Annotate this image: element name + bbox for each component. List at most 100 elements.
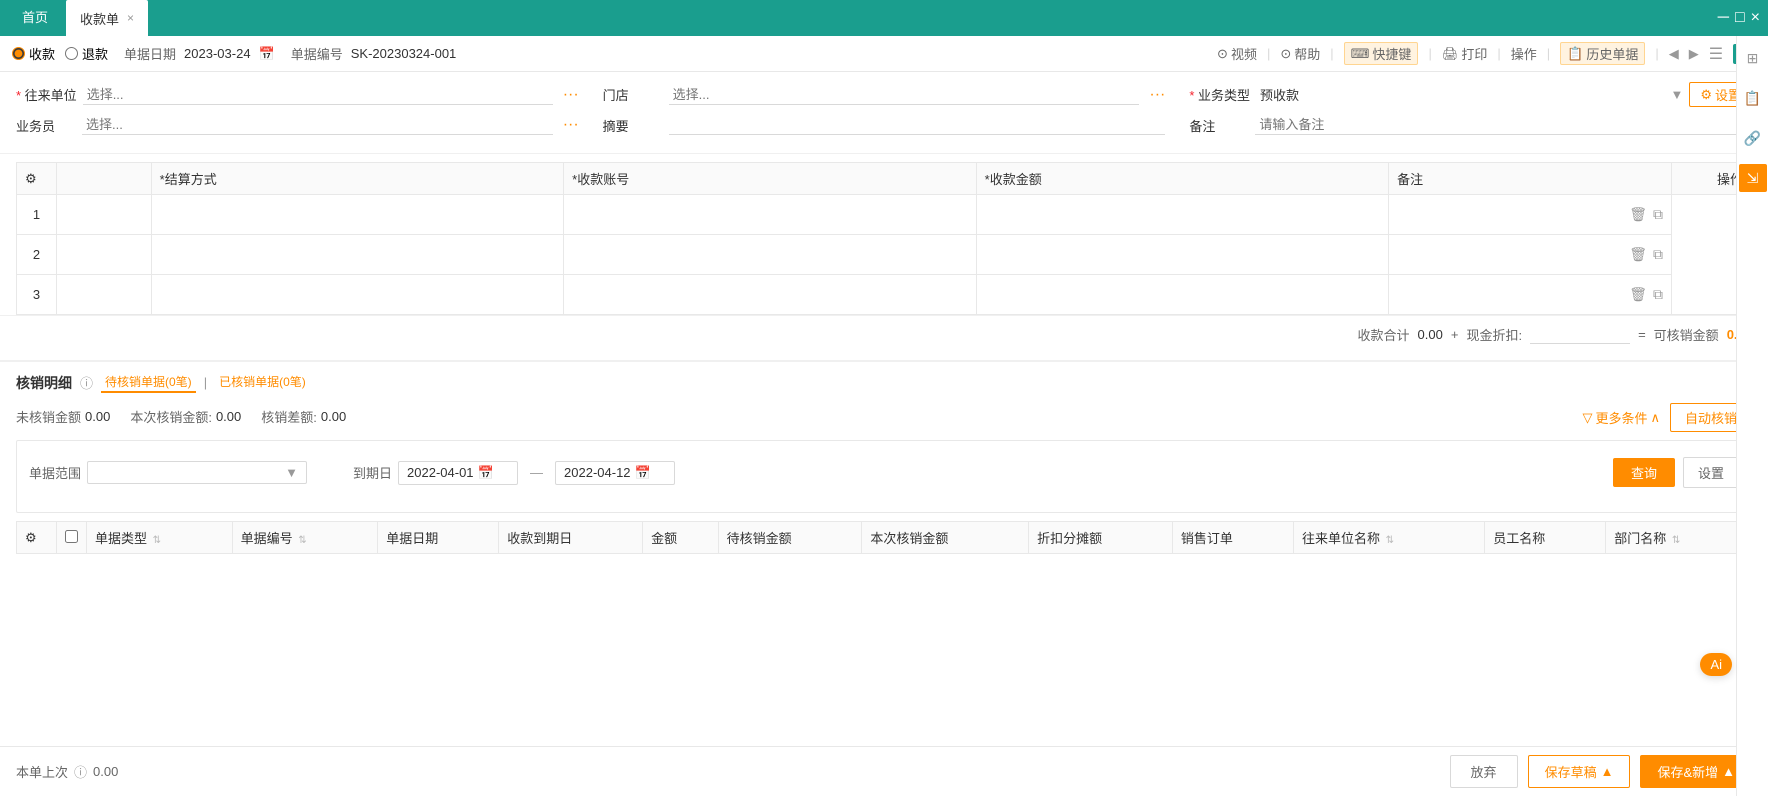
query-button[interactable]: 查询 (1613, 458, 1675, 487)
nav-prev-icon[interactable]: ◀ (1669, 46, 1679, 62)
col-gear-bt[interactable]: ⚙ (17, 522, 57, 554)
row-1-remark[interactable] (976, 195, 1388, 235)
writeoff-info-icon[interactable]: ⓘ (80, 373, 93, 392)
close-window-icon[interactable]: × (1751, 9, 1760, 27)
row-3-account[interactable] (151, 275, 563, 315)
store-dots-btn[interactable]: ··· (1149, 86, 1165, 104)
divider6: | (1655, 46, 1658, 61)
salesman-dots-btn[interactable]: ··· (563, 116, 579, 134)
col-sales-order: 销售订单 (1172, 522, 1293, 554)
nav-tab-receipt[interactable]: 收款单 × (66, 0, 148, 36)
toolbar: 收款 退款 单据日期 2023-03-24 📅 单据编号 SK-20230324… (0, 36, 1768, 72)
radio-receipt-input[interactable] (12, 47, 25, 60)
maximize-icon[interactable]: □ (1735, 9, 1745, 27)
radio-refund-input[interactable] (65, 47, 78, 60)
tab-pending[interactable]: 待核销单据(0笔) (101, 372, 196, 393)
history-action[interactable]: 📋 历史单据 (1560, 42, 1645, 65)
footer-info-icon[interactable]: ⓘ (74, 762, 87, 781)
operation-action[interactable]: 操作 (1511, 44, 1537, 63)
tab-done[interactable]: 已核销单据(0笔) (215, 372, 310, 393)
row-1-amount[interactable] (564, 195, 976, 235)
biztype-dropdown-icon[interactable]: ▼ (1670, 87, 1683, 102)
row-2-account[interactable] (151, 235, 563, 275)
divider1: | (1267, 46, 1270, 61)
sort-icon-1[interactable]: ⇅ (153, 535, 161, 546)
nav-home[interactable]: 首页 (8, 0, 62, 36)
current-stat: 本次核销金额: 0.00 (130, 407, 241, 426)
abstract-input[interactable] (669, 115, 1166, 135)
select-all-checkbox[interactable] (65, 530, 78, 543)
right-sidebar: ⊞ 📋 🔗 ⇲ (1736, 36, 1768, 796)
nav-next-icon[interactable]: ▶ (1689, 46, 1699, 62)
row-3-settle[interactable] (57, 275, 152, 315)
tab-close-icon[interactable]: × (127, 11, 134, 25)
row-1-account[interactable] (151, 195, 563, 235)
save-new-dropdown-icon[interactable]: ▲ (1722, 764, 1735, 779)
sidebar-icon-1[interactable]: ⊞ (1739, 44, 1767, 72)
sidebar-icon-3[interactable]: 🔗 (1739, 124, 1767, 152)
col-remark: 备注 (1389, 163, 1672, 195)
row-3-amount[interactable] (564, 275, 976, 315)
date-to-field[interactable]: 2022-04-12 📅 (555, 461, 675, 485)
row-1-delete-icon[interactable]: 🗑 (1629, 206, 1647, 223)
sort-icon-3[interactable]: ⇅ (1386, 535, 1394, 546)
row-2-action: 🗑 ⧉ (1389, 235, 1672, 275)
sort-icon-4[interactable]: ⇅ (1672, 535, 1680, 546)
row-2-amount[interactable] (564, 235, 976, 275)
minimize-icon[interactable]: ─ (1718, 9, 1729, 27)
sidebar-icon-2[interactable]: 📋 (1739, 84, 1767, 112)
store-input[interactable] (669, 85, 1140, 105)
col-pending-amount: 待核销金额 (718, 522, 862, 554)
row-3-remark[interactable] (976, 275, 1388, 315)
filter-settings-button[interactable]: 设置 (1683, 457, 1739, 488)
col-amount: 金额 (643, 522, 718, 554)
row-1-settle[interactable] (57, 195, 152, 235)
row-1-copy-icon[interactable]: ⧉ (1653, 206, 1663, 223)
ai-badge[interactable]: Ai (1700, 653, 1732, 676)
discount-input[interactable] (1530, 324, 1630, 344)
partner-dots-btn[interactable]: ··· (563, 86, 579, 104)
col-dept-name: 部门名称 ⇅ (1606, 522, 1752, 554)
abandon-button[interactable]: 放弃 (1450, 755, 1518, 788)
calendar-from-icon: 📅 (478, 465, 494, 481)
top-navigation: 首页 收款单 × ─ □ × (0, 0, 1768, 36)
date-separator: — (530, 465, 543, 480)
list-view-icon[interactable]: ☰ (1709, 44, 1723, 64)
salesman-input[interactable] (82, 115, 553, 135)
equal-label: = (1638, 327, 1646, 342)
writeoff-tabs: 待核销单据(0笔) | 已核销单据(0笔) (101, 372, 310, 393)
radio-refund[interactable]: 退款 (65, 44, 108, 63)
print-action[interactable]: 🖨 打印 (1442, 44, 1488, 63)
current-label: 本次核销金额: (130, 407, 212, 426)
help-action[interactable]: ⊙ 帮助 (1280, 44, 1320, 63)
row-2-remark[interactable] (976, 235, 1388, 275)
range-select[interactable]: ▼ (87, 461, 307, 484)
row-2-delete-icon[interactable]: 🗑 (1629, 246, 1647, 263)
total-value: 0.00 (1418, 327, 1443, 342)
partner-input[interactable] (83, 85, 553, 105)
form-row-2: 业务员 ··· 摘要 备注 (16, 115, 1752, 135)
footer-actions: 放弃 保存草稿 ▲ 保存&新增 ▲ (1450, 755, 1752, 788)
date-from-field[interactable]: 2022-04-01 📅 (398, 461, 518, 485)
calendar-icon[interactable]: 📅 (259, 46, 275, 62)
row-3-delete-icon[interactable]: 🗑 (1629, 286, 1647, 303)
row-2-copy-icon[interactable]: ⧉ (1653, 246, 1663, 263)
sort-icon-2[interactable]: ⇅ (298, 535, 306, 546)
shortcut-action[interactable]: ⌨ 快捷键 (1344, 42, 1419, 65)
save-draft-dropdown-icon[interactable]: ▲ (1601, 764, 1614, 779)
col-checkbox[interactable] (57, 522, 87, 554)
tab-label: 收款单 (80, 9, 119, 28)
col-gear[interactable]: ⚙ (17, 163, 57, 195)
row-2-settle[interactable] (57, 235, 152, 275)
row-3-copy-icon[interactable]: ⧉ (1653, 286, 1663, 303)
save-draft-button[interactable]: 保存草稿 ▲ (1528, 755, 1631, 788)
video-action[interactable]: ⊙ 视频 (1217, 44, 1257, 63)
col-current-amount: 本次核销金额 (862, 522, 1029, 554)
col-partner-name: 往来单位名称 ⇅ (1293, 522, 1484, 554)
table-row: 2 🗑 ⧉ (17, 235, 1752, 275)
radio-receipt[interactable]: 收款 (12, 44, 55, 63)
more-conditions-btn[interactable]: ▽ 更多条件 ∧ (1582, 408, 1660, 427)
remark-input[interactable] (1255, 115, 1752, 135)
history-icon: 📋 (1567, 46, 1583, 62)
sidebar-icon-4[interactable]: ⇲ (1739, 164, 1767, 192)
